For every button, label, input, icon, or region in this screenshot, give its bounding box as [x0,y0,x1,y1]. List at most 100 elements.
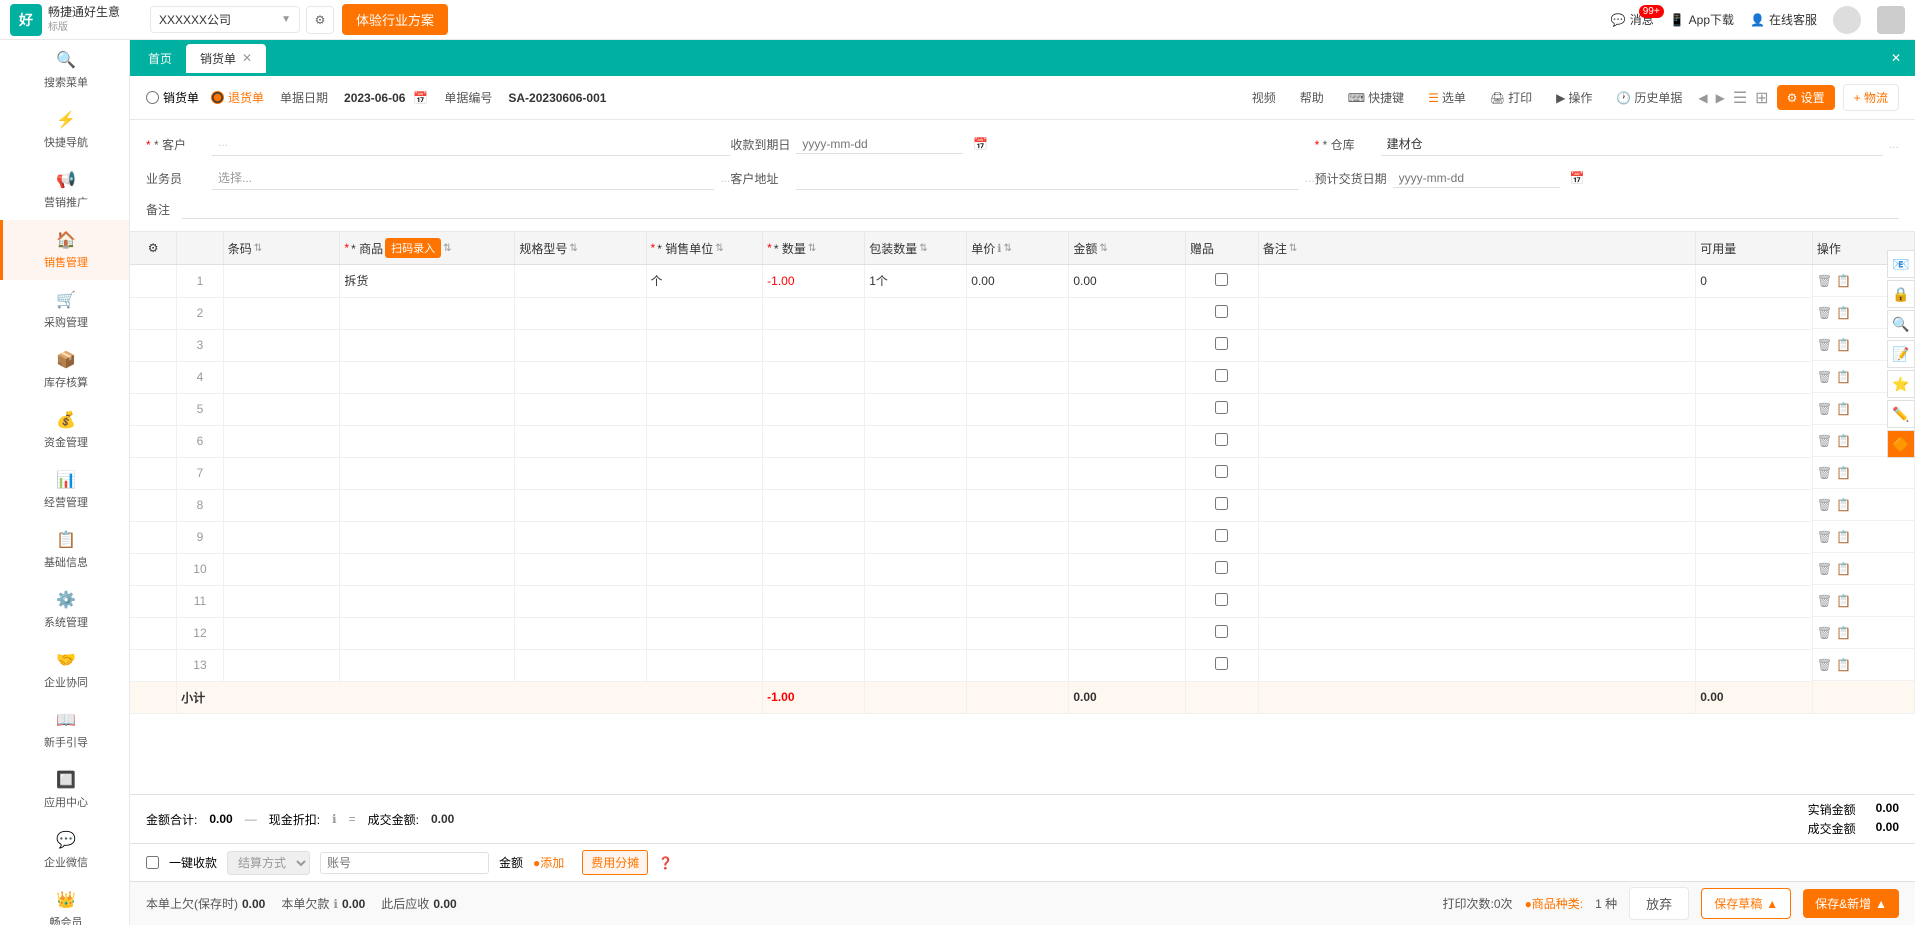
row-note[interactable] [1258,393,1695,425]
customer-input[interactable]: ... [212,132,730,156]
help-btn[interactable]: 帮助 [1292,86,1332,109]
add-btn[interactable]: ●添加 [533,854,564,871]
delete-icon[interactable]: 🗑 [1817,626,1832,640]
row-qty[interactable] [763,329,865,361]
row-pkgqty[interactable] [865,489,967,521]
delete-icon[interactable]: 🗑 [1817,562,1832,576]
delete-icon[interactable]: 🗑 [1817,466,1832,480]
sidebar-item-marketing[interactable]: 📢 营销推广 [0,160,129,220]
row-gift[interactable] [1185,393,1258,425]
row-product[interactable] [340,361,515,393]
row-product[interactable] [340,553,515,585]
row-barcode[interactable] [223,297,340,329]
float-btn-4[interactable]: 📝 [1887,340,1915,368]
sidebar-item-member[interactable]: 👑 畅会员 [0,880,129,925]
row-amount[interactable] [1069,489,1186,521]
save-new-chevron-icon[interactable]: ▲ [1875,897,1887,911]
row-note[interactable] [1258,649,1695,681]
row-spec[interactable] [515,265,646,298]
row-product[interactable] [340,649,515,681]
row-pkgqty[interactable] [865,649,967,681]
shortcut-btn[interactable]: ⌨ 快捷键 [1340,86,1412,109]
row-product[interactable] [340,393,515,425]
row-product[interactable] [340,617,515,649]
row-spec[interactable] [515,457,646,489]
row-price[interactable] [967,361,1069,393]
row-amount[interactable] [1069,585,1186,617]
row-spec[interactable] [515,329,646,361]
sidebar-item-wechat[interactable]: 💬 企业微信 [0,820,129,880]
sidebar-item-inventory[interactable]: 📦 库存核算 [0,340,129,400]
row-note[interactable] [1258,489,1695,521]
expected-delivery-input[interactable] [1393,169,1560,188]
row-amount[interactable] [1069,297,1186,329]
row-price[interactable]: 0.00 [967,265,1069,298]
row-note[interactable] [1258,425,1695,457]
save-new-btn[interactable]: 保存&新增 ▲ [1803,889,1899,918]
row-qty[interactable] [763,425,865,457]
row-barcode[interactable] [223,585,340,617]
settlement-method-select[interactable]: 结算方式 [227,851,310,875]
tab-close-all-icon[interactable]: ✕ [1881,51,1911,65]
nav-prev-icon[interactable]: ◀ [1698,91,1707,105]
cash-discount-info[interactable]: ℹ [332,812,337,826]
float-btn-5[interactable]: ⭐ [1887,370,1915,398]
view-list-icon[interactable]: ☰ [1733,88,1747,108]
copy-icon[interactable]: 📋 [1836,530,1851,544]
row-gift[interactable] [1185,553,1258,585]
row-note[interactable] [1258,361,1695,393]
radio-return[interactable]: 退货单 [211,89,264,106]
row-unit[interactable]: 个 [646,265,763,298]
row-amount[interactable]: 0.00 [1069,265,1186,298]
row-spec[interactable] [515,393,646,425]
row-amount[interactable] [1069,425,1186,457]
row-spec[interactable] [515,425,646,457]
copy-icon[interactable]: 📋 [1836,306,1851,320]
row-unit[interactable] [646,297,763,329]
settings-icon[interactable]: ⚙ [306,6,334,34]
row-note[interactable] [1258,265,1695,298]
row-gift[interactable] [1185,361,1258,393]
copy-icon[interactable]: 📋 [1836,434,1851,448]
row-pkgqty[interactable] [865,393,967,425]
row-product[interactable] [340,489,515,521]
row-pkgqty[interactable] [865,329,967,361]
operate-btn[interactable]: ▶ 操作 [1548,86,1600,109]
copy-icon[interactable]: 📋 [1836,274,1851,288]
row-amount[interactable] [1069,457,1186,489]
row-pkgqty[interactable] [865,585,967,617]
row-unit[interactable] [646,521,763,553]
due-date-input[interactable] [796,135,963,154]
abandon-btn[interactable]: 放弃 [1629,887,1689,920]
row-product[interactable] [340,521,515,553]
scan-button[interactable]: 扫码录入 [385,238,441,258]
save-draft-chevron-icon[interactable]: ▲ [1766,897,1778,911]
row-spec[interactable] [515,553,646,585]
sidebar-item-enterprise[interactable]: 🤝 企业协同 [0,640,129,700]
warehouse-input[interactable]: 建材仓 [1381,132,1883,156]
row-amount[interactable] [1069,617,1186,649]
row-spec[interactable] [515,649,646,681]
video-btn[interactable]: 视频 [1244,86,1284,109]
row-qty[interactable]: -1.00 [763,265,865,298]
row-qty[interactable] [763,553,865,585]
row-unit[interactable] [646,457,763,489]
salesperson-input[interactable]: 选择... [212,166,714,190]
row-price[interactable] [967,649,1069,681]
sidebar-item-quick-nav[interactable]: ⚡ 快捷导航 [0,100,129,160]
row-pkgqty[interactable] [865,553,967,585]
due-date-calendar-icon[interactable]: 📅 [973,137,988,151]
row-barcode[interactable] [223,617,340,649]
row-product[interactable]: 拆货 [340,265,515,298]
row-gift[interactable] [1185,649,1258,681]
row-qty[interactable] [763,393,865,425]
customer-address-input[interactable] [796,166,1298,190]
float-btn-2[interactable]: 🔒 [1887,280,1915,308]
float-btn-3[interactable]: 🔍 [1887,310,1915,338]
trial-button[interactable]: 体验行业方案 [342,4,448,35]
row-qty[interactable] [763,489,865,521]
row-qty[interactable] [763,297,865,329]
row-amount[interactable] [1069,361,1186,393]
row-pkgqty[interactable] [865,297,967,329]
delete-icon[interactable]: 🗑 [1817,658,1832,672]
